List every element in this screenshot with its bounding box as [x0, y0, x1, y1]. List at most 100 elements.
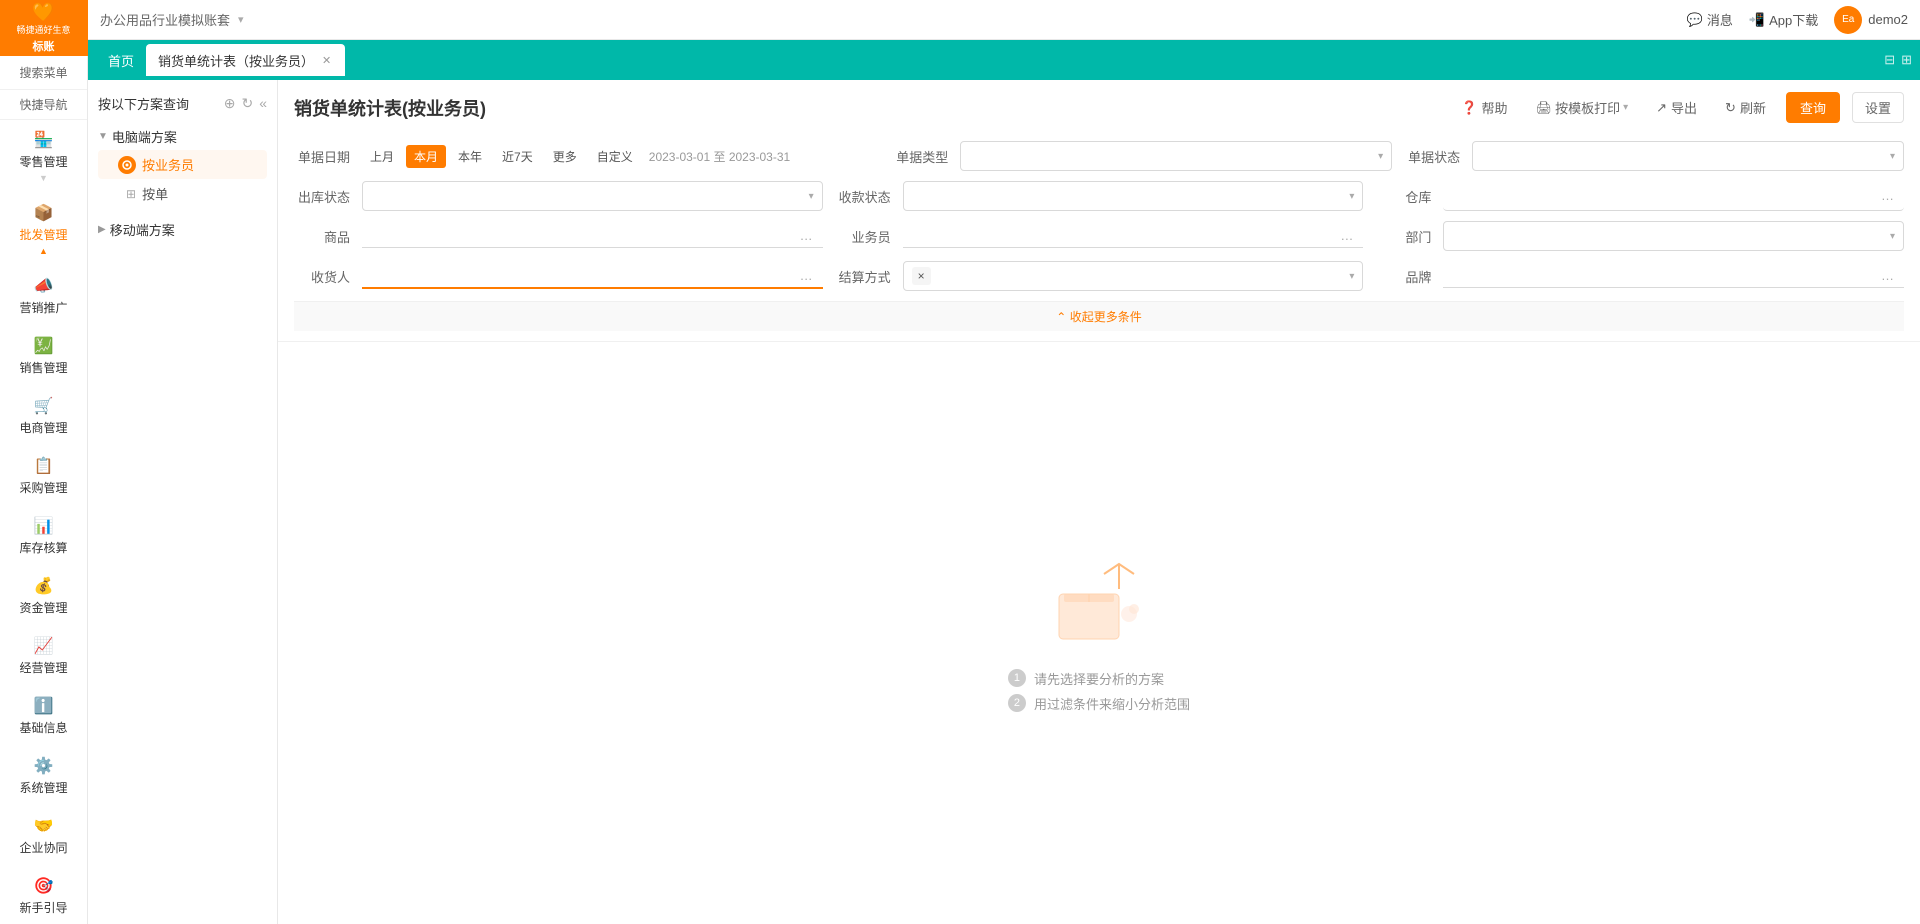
right-content: 销货单统计表(按业务员) ❓ 帮助 🖨 按模板打印 ▾ ↗ 导出	[278, 80, 1920, 924]
message-label: 消息	[1707, 10, 1733, 29]
doc-status-chevron: ▾	[1890, 151, 1895, 162]
operation-icon: 📈	[34, 636, 54, 656]
wholesale-arrow: ▲	[39, 246, 48, 256]
tab-home[interactable]: 首页	[96, 44, 146, 76]
tab-maximize-icon[interactable]: ⊞	[1901, 52, 1912, 68]
user-info[interactable]: Ea demo2	[1834, 6, 1908, 34]
app-logo[interactable]: 🧡 畅捷通好生意 标账	[0, 0, 88, 56]
print-dropdown-icon[interactable]: ▾	[1623, 102, 1628, 113]
settlement-label: 结算方式	[835, 267, 891, 286]
sidebar-item-label: 新手引导	[19, 899, 67, 916]
empty-hint-1: 1 请先选择要分析的方案	[1008, 669, 1190, 688]
date-tab-7days[interactable]: 近7天	[494, 145, 541, 168]
refresh-button[interactable]: ↻ 刷新	[1717, 94, 1774, 121]
date-tab-last-month[interactable]: 上月	[362, 145, 402, 168]
warehouse-select[interactable]: …	[1443, 181, 1904, 211]
group-mobile-title-label: 移动端方案	[110, 220, 175, 239]
sidebar: 🧡 畅捷通好生意 标账 搜索菜单 快捷导航 🏪 零售管理 ▼ 📦 批发管理 ▲ …	[0, 0, 88, 924]
tab-close-button[interactable]: ✕	[320, 53, 333, 68]
app-download-button[interactable]: 📲 App下载	[1749, 10, 1818, 29]
sidebar-item-label: 系统管理	[19, 779, 67, 796]
sidebar-item-label: 库存核算	[19, 539, 67, 556]
sidebar-item-retail[interactable]: 🏪 零售管理 ▼	[0, 120, 87, 193]
receipt-status-select[interactable]: ▾	[903, 181, 1364, 211]
date-tab-this-year[interactable]: 本年	[450, 145, 490, 168]
hint-text-1: 请先选择要分析的方案	[1034, 669, 1164, 688]
page-header: 销货单统计表(按业务员) ❓ 帮助 🖨 按模板打印 ▾ ↗ 导出	[278, 80, 1920, 131]
ecommerce-icon: 🛒	[34, 396, 54, 416]
brand-dots[interactable]: …	[1881, 268, 1896, 283]
group-mobile-chevron-icon: ▶	[98, 224, 106, 235]
doc-status-label: 单据状态	[1404, 147, 1460, 166]
filter-row-4: 收货人 … 结算方式 × ▾	[294, 261, 1904, 291]
settlement-control: × ▾	[903, 261, 1364, 291]
empty-hints: 1 请先选择要分析的方案 2 用过滤条件来缩小分析范围	[1008, 669, 1190, 713]
tab-minimize-icon[interactable]: ⊟	[1884, 52, 1895, 68]
sidebar-item-basic[interactable]: ℹ️ 基础信息	[0, 686, 87, 746]
export-label: 导出	[1671, 98, 1697, 117]
doc-status-control: ▾	[1472, 141, 1904, 171]
sidebar-item-system[interactable]: ⚙️ 系统管理	[0, 746, 87, 806]
receipt-status-label: 收款状态	[835, 187, 891, 206]
out-status-select[interactable]: ▾	[362, 181, 823, 211]
sidebar-item-sales[interactable]: 💹 销售管理	[0, 326, 87, 386]
download-icon: 📲	[1749, 12, 1765, 28]
sidebar-item-marketing[interactable]: 📣 营销推广	[0, 266, 87, 326]
tab-report[interactable]: 销货单统计表（按业务员） ✕	[146, 44, 345, 76]
sidebar-item-label: 销售管理	[19, 359, 67, 376]
group-title-label: 电脑端方案	[112, 127, 177, 146]
sidebar-item-enterprise[interactable]: 🤝 企业协同	[0, 806, 87, 866]
help-button[interactable]: ❓ 帮助	[1453, 94, 1515, 121]
dept-chevron: ▾	[1890, 231, 1895, 242]
sidebar-search[interactable]: 搜索菜单	[0, 56, 87, 90]
schema-group-mobile-title[interactable]: ▶ 移动端方案	[98, 216, 267, 243]
sidebar-item-inventory[interactable]: 📊 库存核算	[0, 506, 87, 566]
sidebar-item-label: 营销推广	[19, 299, 67, 316]
date-tab-custom[interactable]: 自定义	[589, 145, 641, 168]
dept-label: 部门	[1375, 227, 1431, 246]
salesperson-dots[interactable]: …	[1340, 228, 1355, 243]
help-icon: ❓	[1461, 100, 1477, 116]
purchase-icon: 📋	[34, 456, 54, 476]
schema-panel: 按以下方案查询 ⊕ ↻ « ▼ 电脑端方案 按业务员	[88, 80, 278, 924]
logo-icon: 🧡	[32, 2, 54, 23]
doc-status-select[interactable]: ▾	[1472, 141, 1904, 171]
goods-dots[interactable]: …	[800, 228, 815, 243]
schema-item-label: 按业务员	[142, 155, 194, 174]
schema-item-by-order[interactable]: ⊞ 按单	[98, 179, 267, 208]
date-tab-this-month[interactable]: 本月	[406, 145, 446, 168]
query-button[interactable]: 查询	[1786, 92, 1840, 123]
enterprise-icon: 🤝	[34, 816, 54, 836]
filter-row-2: 出库状态 ▾ 收款状态 ▾ 仓库	[294, 181, 1904, 211]
topbar-actions: 💬 消息 📲 App下载 Ea demo2	[1687, 6, 1908, 34]
sidebar-item-newbie[interactable]: 🎯 新手引导	[0, 866, 87, 924]
consignee-dots[interactable]: …	[800, 268, 815, 283]
settlement-select[interactable]: × ▾	[903, 261, 1364, 291]
schema-group-desktop-title[interactable]: ▼ 电脑端方案	[98, 123, 267, 150]
sidebar-quick-nav[interactable]: 快捷导航	[0, 90, 87, 120]
export-button[interactable]: ↗ 导出	[1648, 94, 1705, 121]
collapse-button[interactable]: ⌃ 收起更多条件	[294, 301, 1904, 331]
topbar-dropdown-icon[interactable]: ▾	[238, 13, 244, 26]
collapse-icon: ⌃	[1056, 310, 1069, 324]
sidebar-item-wholesale[interactable]: 📦 批发管理 ▲	[0, 193, 87, 266]
settings-button[interactable]: 设置	[1852, 92, 1904, 123]
print-button[interactable]: 🖨 按模板打印 ▾	[1528, 94, 1637, 121]
sidebar-item-ecommerce[interactable]: 🛒 电商管理	[0, 386, 87, 446]
schema-item-by-salesperson[interactable]: 按业务员	[98, 150, 267, 179]
dept-select[interactable]: ▾	[1443, 221, 1904, 251]
message-button[interactable]: 💬 消息	[1687, 10, 1733, 29]
retail-icon: 🏪	[34, 130, 54, 150]
warehouse-dots[interactable]: …	[1881, 188, 1896, 203]
sales-icon: 💹	[34, 336, 54, 356]
out-status-label: 出库状态	[294, 187, 350, 206]
sidebar-item-purchase[interactable]: 📋 采购管理	[0, 446, 87, 506]
schema-refresh-icon[interactable]: ↻	[241, 95, 253, 112]
schema-collapse-icon[interactable]: «	[259, 95, 267, 112]
sidebar-item-finance[interactable]: 💰 资金管理	[0, 566, 87, 626]
schema-add-icon[interactable]: ⊕	[224, 95, 236, 112]
doc-type-select[interactable]: ▾	[960, 141, 1392, 171]
inventory-icon: 📊	[34, 516, 54, 536]
date-tab-more[interactable]: 更多	[545, 145, 585, 168]
sidebar-item-operation[interactable]: 📈 经营管理	[0, 626, 87, 686]
